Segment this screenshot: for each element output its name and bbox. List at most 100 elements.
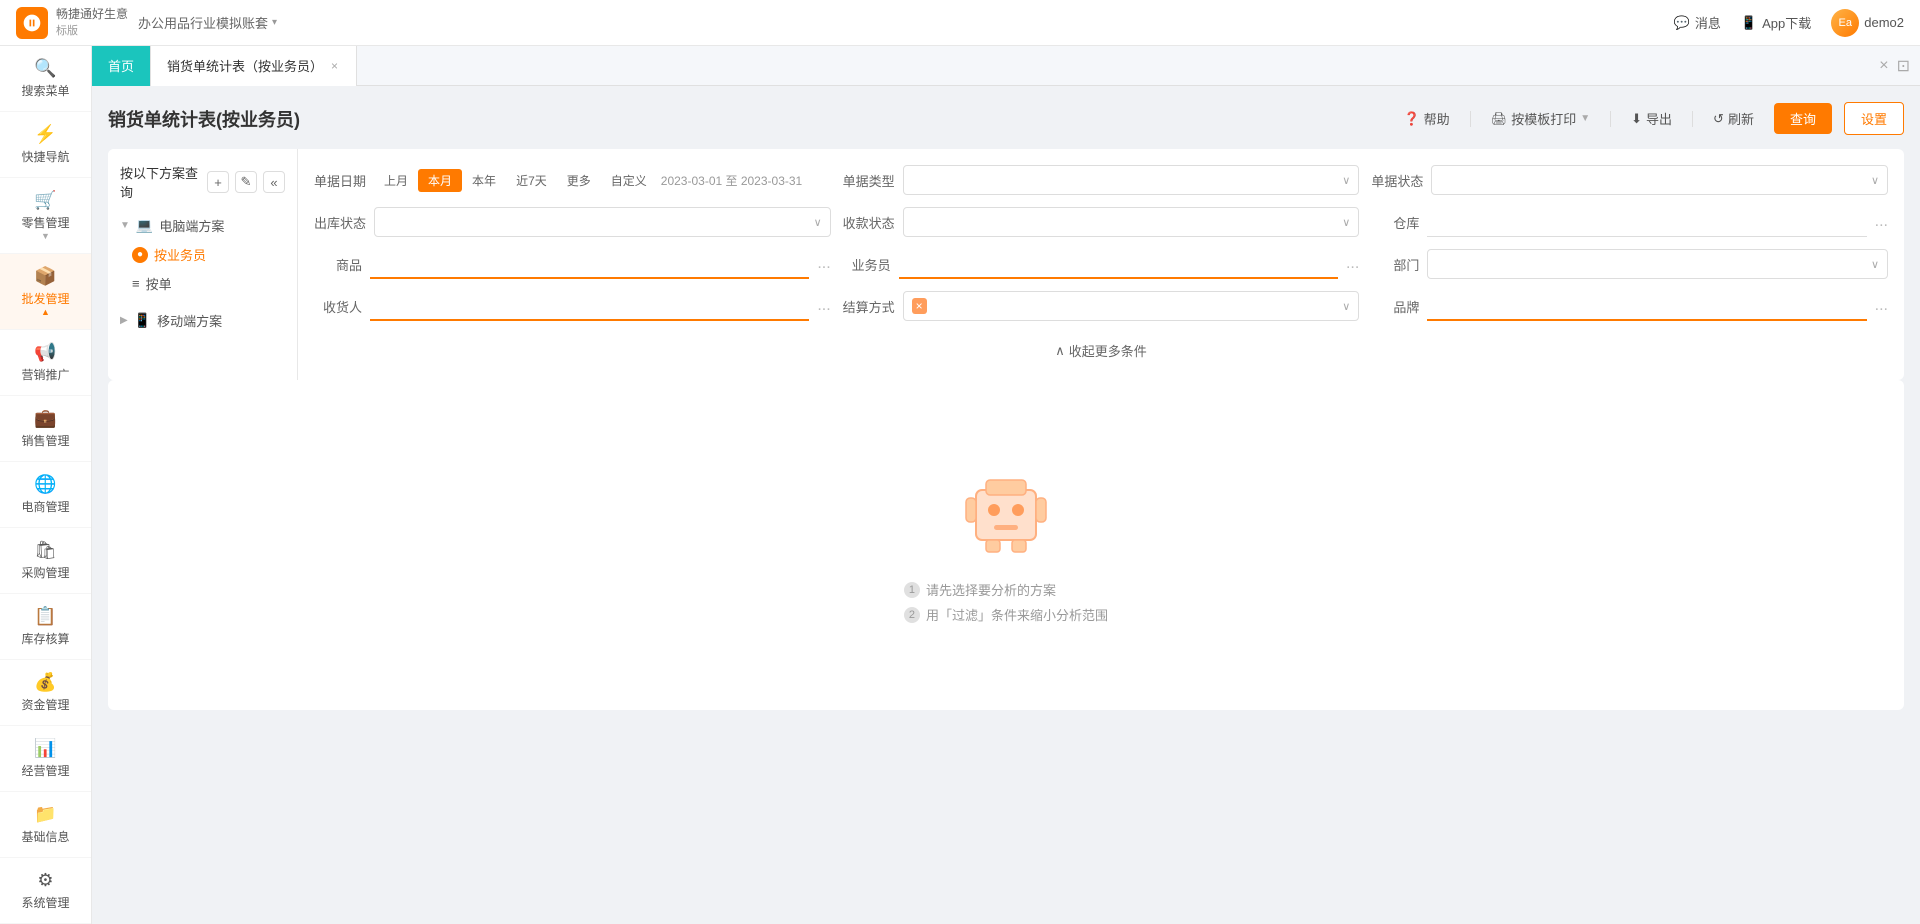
tree-mobile-arrow-icon: ▶ <box>120 315 128 326</box>
sidebar-item-basic[interactable]: 📁 基础信息 <box>0 792 91 858</box>
tab-minimize-btn[interactable]: × <box>1879 57 1888 75</box>
date-this-month-btn[interactable]: 本月 <box>418 169 462 192</box>
filter-row-1: 单据日期 上月 本月 本年 近7天 更多 自定义 <box>314 165 1888 195</box>
sidebar-item-search[interactable]: 🔍 搜索菜单 <box>0 46 91 112</box>
sidebar-item-wholesale[interactable]: 📦 批发管理 ▲ <box>0 254 91 330</box>
tab-close-icon[interactable]: × <box>329 57 340 75</box>
goods-value: ... <box>370 249 831 279</box>
salesperson-value: ... <box>899 249 1360 279</box>
doc-type-field: 单据类型 ∨ <box>843 165 1360 195</box>
sidebar-item-operations[interactable]: 📊 经营管理 <box>0 726 91 792</box>
tree-section-pc-header[interactable]: ▼ 💻 电脑端方案 <box>108 211 297 240</box>
receipt-status-label: 收款状态 <box>843 213 903 232</box>
warehouse-input[interactable] <box>1427 207 1866 237</box>
tree-item-order-icon: ≡ <box>132 276 140 291</box>
settings-btn[interactable]: 设置 <box>1844 102 1904 135</box>
tab-actions: × ⊡ <box>1879 56 1920 76</box>
sidebar-item-inventory[interactable]: 📋 库存核算 <box>0 594 91 660</box>
action-divider-2 <box>1610 111 1611 127</box>
marketing-icon: 📢 <box>4 342 87 363</box>
sidebar-item-search-label: 搜索菜单 <box>4 82 87 99</box>
sidebar-item-retail[interactable]: 🛒 零售管理 ▼ <box>0 178 91 254</box>
help-btn[interactable]: ❓ 帮助 <box>1395 105 1457 132</box>
out-status-select[interactable]: ∨ <box>374 207 831 237</box>
goods-dots[interactable]: ... <box>817 255 830 273</box>
app-download-action[interactable]: 📱 App下载 <box>1741 13 1811 32</box>
collapse-scheme-btn[interactable]: « <box>263 171 285 193</box>
edit-scheme-btn[interactable]: ✎ <box>235 171 257 193</box>
brand-field: 品牌 ... <box>1371 291 1888 321</box>
consignee-dots[interactable]: ... <box>817 297 830 315</box>
ecommerce-icon: 🌐 <box>4 474 87 495</box>
sidebar-item-sales[interactable]: 💼 销售管理 <box>0 396 91 462</box>
date-this-year-btn[interactable]: 本年 <box>462 169 506 192</box>
refresh-btn[interactable]: ↺ 刷新 <box>1705 105 1762 132</box>
filter-row-2: 出库状态 ∨ 收款状态 <box>314 207 1888 237</box>
date-more-btn[interactable]: 更多 <box>557 169 601 192</box>
message-action[interactable]: 💬 消息 <box>1674 13 1721 32</box>
filter-row-4: 收货人 ... 结算方式 × <box>314 291 1888 321</box>
collapse-row[interactable]: ∧ 收起更多条件 <box>314 333 1888 364</box>
pc-section-icon: 💻 <box>136 217 153 234</box>
operations-icon: 📊 <box>4 738 87 759</box>
wholesale-icon: 📦 <box>4 266 87 287</box>
query-btn-label: 查询 <box>1790 109 1816 128</box>
salesperson-dots[interactable]: ... <box>1346 255 1359 273</box>
settlement-arrow-icon: ∨ <box>1342 300 1350 313</box>
add-scheme-btn[interactable]: + <box>207 171 229 193</box>
query-btn[interactable]: 查询 <box>1774 103 1832 134</box>
tab-active[interactable]: 销货单统计表（按业务员） × <box>151 46 357 86</box>
sidebar-item-marketing[interactable]: 📢 营销推广 <box>0 330 91 396</box>
settlement-x-btn[interactable]: × <box>912 298 927 314</box>
settlement-select[interactable]: × ∨ <box>903 291 1360 321</box>
refresh-icon: ↺ <box>1713 111 1724 127</box>
sidebar-item-ecommerce[interactable]: 🌐 电商管理 <box>0 462 91 528</box>
breadcrumb-dropdown-icon[interactable]: ▾ <box>272 17 277 28</box>
sidebar-item-system-label: 系统管理 <box>4 894 87 911</box>
date-custom-btn[interactable]: 自定义 <box>601 169 657 192</box>
tree-item-by-order[interactable]: ≡ 按单 <box>108 269 297 298</box>
goods-input[interactable] <box>370 249 809 279</box>
sidebar-item-system[interactable]: ⚙ 系统管理 <box>0 858 91 924</box>
print-btn[interactable]: 🖨 按模板打印 ▼ <box>1483 105 1598 132</box>
collapse-up-icon: ∧ <box>1055 343 1065 359</box>
warehouse-dots[interactable]: ... <box>1875 213 1888 231</box>
out-status-arrow-icon: ∨ <box>814 216 822 229</box>
page-scroll-area: 销货单统计表(按业务员) ❓ 帮助 🖨 按模板打印 ▼ <box>92 86 1920 924</box>
tab-home[interactable]: 首页 <box>92 46 151 86</box>
consignee-input[interactable] <box>370 291 809 321</box>
salesperson-input[interactable] <box>899 249 1338 279</box>
doc-type-select[interactable]: ∨ <box>903 165 1360 195</box>
tree-section-mobile: ▶ 📱 移动端方案 <box>108 302 297 339</box>
tree-section-mobile-header[interactable]: ▶ 📱 移动端方案 <box>108 306 297 335</box>
doc-status-select[interactable]: ∨ <box>1431 165 1888 195</box>
date-recent7-btn[interactable]: 近7天 <box>506 169 557 192</box>
logo-line2: 标版 <box>56 22 128 38</box>
pc-section-label: 电脑端方案 <box>159 216 224 235</box>
sidebar-item-purchase[interactable]: 🛍 采购管理 <box>0 528 91 594</box>
receipt-status-field: 收款状态 ∨ <box>843 207 1360 237</box>
consignee-value: ... <box>370 291 831 321</box>
avatar: Ea <box>1831 9 1859 37</box>
brand-label: 品牌 <box>1371 297 1427 316</box>
hint-num-1: 1 <box>904 582 920 598</box>
date-last-month-btn[interactable]: 上月 <box>374 169 418 192</box>
brand-dots[interactable]: ... <box>1875 297 1888 315</box>
sidebar-item-quicknav[interactable]: ⚡ 快捷导航 <box>0 112 91 178</box>
receipt-status-select[interactable]: ∨ <box>903 207 1360 237</box>
date-field: 单据日期 上月 本月 本年 近7天 更多 自定义 <box>314 169 831 192</box>
breadcrumb-text: 办公用品行业模拟账套 <box>138 13 268 32</box>
sidebar-item-finance[interactable]: 💰 资金管理 <box>0 660 91 726</box>
export-btn[interactable]: ⬇ 导出 <box>1623 105 1680 132</box>
logo-text-block: 畅捷通好生意 标版 <box>56 7 128 37</box>
print-icon: 🖨 <box>1491 111 1508 127</box>
dept-select[interactable]: ∨ <box>1427 249 1888 279</box>
brand-input[interactable] <box>1427 291 1866 321</box>
export-label: 导出 <box>1646 109 1672 128</box>
out-status-value: ∨ <box>374 207 831 237</box>
tree-item-by-salesperson[interactable]: ● 按业务员 <box>108 240 297 269</box>
tab-maximize-btn[interactable]: ⊡ <box>1897 56 1910 76</box>
user-action[interactable]: Ea demo2 <box>1831 9 1904 37</box>
sidebar-item-purchase-label: 采购管理 <box>4 564 87 581</box>
tab-home-label: 首页 <box>108 56 134 75</box>
